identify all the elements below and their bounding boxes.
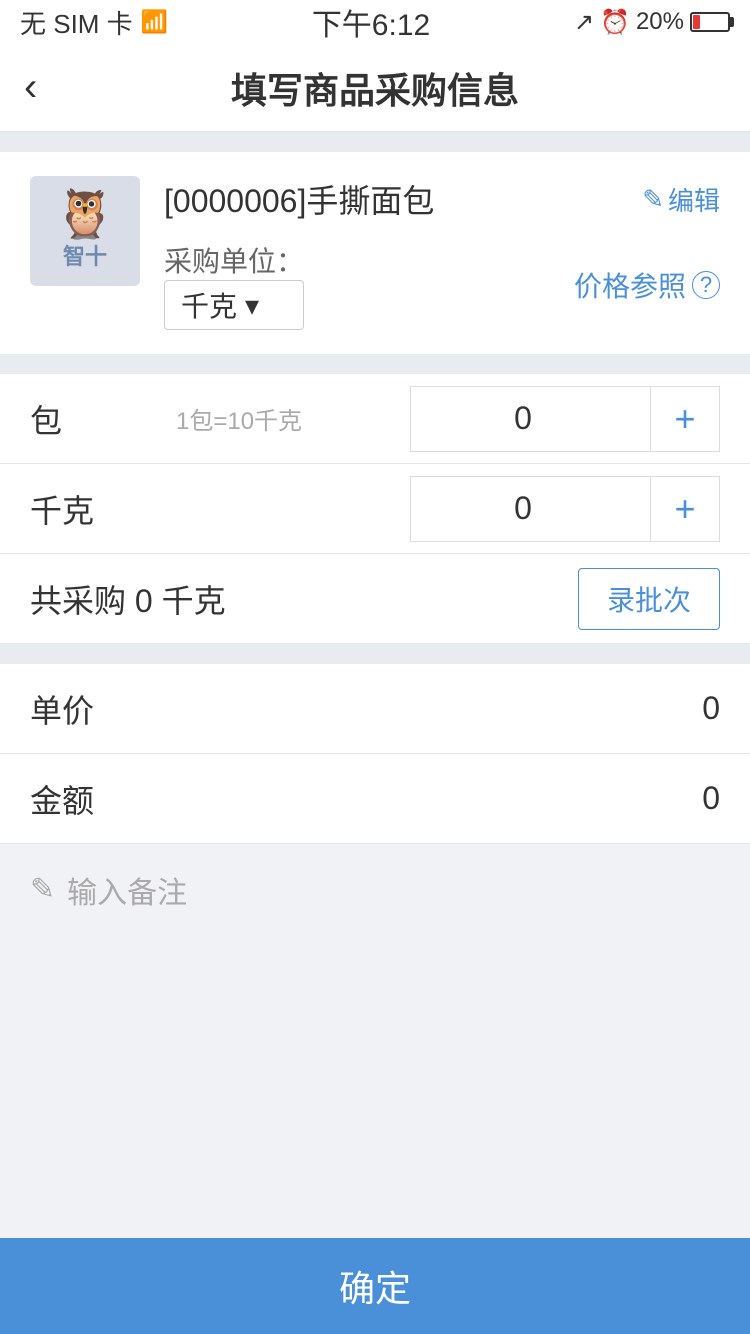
amount-label: 金额 <box>30 776 94 822</box>
product-name: [0000006]手撕面包 <box>164 176 434 222</box>
unit-select[interactable]: 千克 ▾ <box>164 280 304 330</box>
kg-plus-button[interactable]: + <box>650 476 720 542</box>
price-ref-label: 价格参照 <box>574 265 686 305</box>
chevron-down-icon: ▾ <box>245 289 259 322</box>
confirm-button[interactable]: 确定 <box>0 1238 750 1334</box>
bag-sublabel: 1包=10千克 <box>176 401 302 436</box>
divider-product <box>0 354 750 374</box>
amount-row: 金额 0 <box>0 754 750 844</box>
location-icon: ↗ <box>574 8 594 37</box>
divider-summary <box>0 644 750 664</box>
edit-button[interactable]: ✎ 编辑 <box>642 181 720 218</box>
battery-percent: 20% <box>636 8 684 36</box>
remark-placeholder: 输入备注 <box>67 868 187 912</box>
unit-price-label: 单价 <box>30 686 94 732</box>
kg-row: 千克 + <box>0 464 750 554</box>
input-section: 包 1包=10千克 + 千克 + <box>0 374 750 554</box>
unit-price-row: 单价 0 <box>0 664 750 754</box>
pencil-icon: ✎ <box>30 872 55 907</box>
sim-label: 无 SIM 卡 <box>20 4 133 41</box>
summary-text: 共采购 0 千克 <box>30 576 226 622</box>
summary-row: 共采购 0 千克 录批次 <box>0 554 750 644</box>
battery-icon <box>690 12 730 32</box>
back-button[interactable]: ‹ <box>24 65 37 110</box>
wifi-icon: 📶 <box>141 9 168 35</box>
thumb-text: 智十 <box>63 239 107 271</box>
batch-button[interactable]: 录批次 <box>578 568 720 630</box>
edit-label: 编辑 <box>668 181 720 218</box>
unit-price-value: 0 <box>702 690 720 727</box>
product-info: [0000006]手撕面包 ✎ 编辑 采购单位： 千克 ▾ 价格参照 ? <box>164 176 720 330</box>
price-section: 单价 0 金额 0 <box>0 664 750 844</box>
status-bar: 无 SIM 卡 📶 下午6:12 ↗ ⏰ 20% <box>0 0 750 44</box>
owl-icon: 🦉 <box>55 191 115 239</box>
bag-plus-button[interactable]: + <box>650 386 720 452</box>
unit-value: 千克 <box>181 285 237 325</box>
product-card: 🦉 智十 [0000006]手撕面包 ✎ 编辑 采购单位： 千克 ▾ 价格参照 … <box>0 152 750 354</box>
bag-input-right: + <box>302 386 720 452</box>
unit-label-text: 采购单位： <box>164 246 304 277</box>
bag-label: 包 <box>30 396 170 442</box>
page-title: 填写商品采购信息 <box>231 62 519 114</box>
alarm-icon: ⏰ <box>600 8 630 37</box>
remark-section[interactable]: ✎ 输入备注 <box>0 844 750 1164</box>
question-icon: ? <box>692 271 720 299</box>
divider-top <box>0 132 750 152</box>
nav-bar: ‹ 填写商品采购信息 <box>0 44 750 132</box>
status-right: ↗ ⏰ 20% <box>574 8 730 37</box>
edit-icon: ✎ <box>642 184 664 215</box>
product-thumbnail: 🦉 智十 <box>30 176 140 286</box>
kg-quantity-input[interactable] <box>410 476 650 542</box>
kg-label: 千克 <box>30 486 170 532</box>
bag-row: 包 1包=10千克 + <box>0 374 750 464</box>
bag-quantity-input[interactable] <box>410 386 650 452</box>
kg-input-right: + <box>170 476 720 542</box>
price-reference-button[interactable]: 价格参照 ? <box>574 265 720 305</box>
amount-value: 0 <box>702 780 720 817</box>
status-left: 无 SIM 卡 📶 <box>20 4 168 41</box>
status-time: 下午6:12 <box>312 0 430 44</box>
